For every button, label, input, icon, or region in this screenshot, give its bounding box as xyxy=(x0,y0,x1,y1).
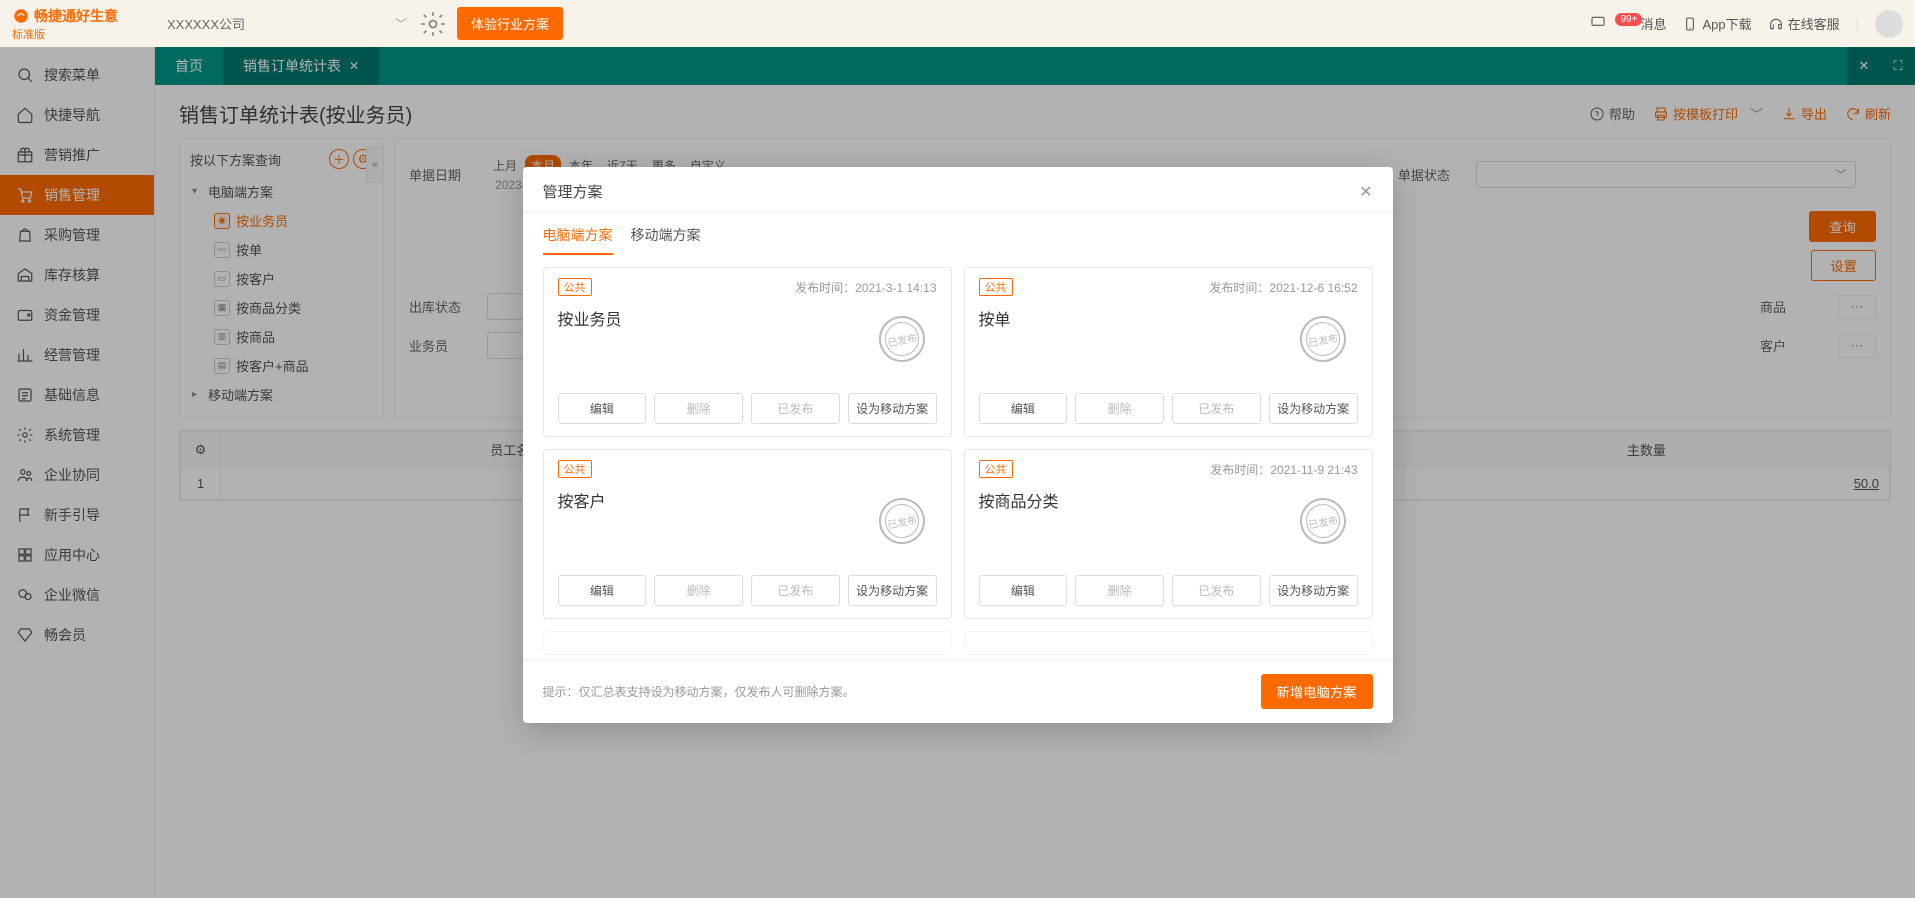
top-right: 99+ 消息 App下载 在线客服 | xyxy=(1590,10,1903,38)
modal-header: 管理方案 ✕ xyxy=(523,167,1393,213)
card-published-button: 已发布 xyxy=(1172,393,1261,424)
user-avatar[interactable] xyxy=(1875,10,1903,38)
public-tag: 公共 xyxy=(979,278,1013,296)
card-title: 按业务员 xyxy=(558,296,937,330)
modal-hint: 提示：仅汇总表支持设为移动方案，仅发布人可删除方案。 xyxy=(543,683,855,700)
brand-edition: 标准版 xyxy=(12,26,45,42)
messages-button[interactable]: 99+ 消息 xyxy=(1590,14,1667,33)
brand-icon xyxy=(12,7,30,25)
online-service-button[interactable]: 在线客服 xyxy=(1768,14,1840,33)
card-set-mobile-button[interactable]: 设为移动方案 xyxy=(1269,575,1358,606)
modal-tab-pc[interactable]: 电脑端方案 xyxy=(543,225,613,255)
company-name: XXXXXX公司 xyxy=(167,14,245,33)
modal-title: 管理方案 xyxy=(543,181,603,202)
card-edit-button[interactable]: 编辑 xyxy=(979,393,1068,424)
chat-icon xyxy=(1590,14,1606,30)
manage-scheme-modal: 管理方案 ✕ 电脑端方案 移动端方案 公共 发布时间：2021-3-1 14:1… xyxy=(523,167,1393,723)
headset-icon xyxy=(1768,16,1784,32)
card-time: 发布时间：2021-11-9 21:43 xyxy=(1210,461,1357,478)
card-time: 发布时间：2021-12-6 16:52 xyxy=(1209,279,1357,296)
card-published-button: 已发布 xyxy=(751,393,840,424)
messages-label: 消息 xyxy=(1640,14,1666,33)
public-tag: 公共 xyxy=(558,460,592,478)
scheme-card: 公共 按客户 已发布 编辑 删除 已发布 设为移动方案 xyxy=(543,449,952,619)
card-title: 按商品分类 xyxy=(979,478,1358,512)
card-time: 发布时间：2021-3-1 14:13 xyxy=(795,279,936,296)
chevron-down-icon: ﹀ xyxy=(395,15,407,32)
card-delete-button: 删除 xyxy=(1075,393,1164,424)
new-pc-scheme-button[interactable]: 新增电脑方案 xyxy=(1261,674,1373,709)
card-title: 按单 xyxy=(979,296,1358,330)
card-edit-button[interactable]: 编辑 xyxy=(979,575,1068,606)
card-edit-button[interactable]: 编辑 xyxy=(558,393,647,424)
app-download-label: App下载 xyxy=(1702,14,1751,33)
scheme-card-partial xyxy=(543,631,952,655)
card-delete-button: 删除 xyxy=(1075,575,1164,606)
company-selector[interactable]: XXXXXX公司 ﹀ xyxy=(155,14,419,33)
card-published-button: 已发布 xyxy=(751,575,840,606)
public-tag: 公共 xyxy=(558,278,592,296)
brand-logo: 畅捷通好生意 xyxy=(12,6,118,26)
card-edit-button[interactable]: 编辑 xyxy=(558,575,647,606)
card-set-mobile-button[interactable]: 设为移动方案 xyxy=(848,393,937,424)
card-title: 按客户 xyxy=(558,478,937,512)
scheme-cards: 公共 发布时间：2021-3-1 14:13 按业务员 已发布 编辑 删除 已发… xyxy=(523,255,1393,659)
card-set-mobile-button[interactable]: 设为移动方案 xyxy=(848,575,937,606)
trial-industry-button[interactable]: 体验行业方案 xyxy=(457,7,563,40)
scheme-card: 公共 发布时间：2021-3-1 14:13 按业务员 已发布 编辑 删除 已发… xyxy=(543,267,952,437)
card-published-button: 已发布 xyxy=(1172,575,1261,606)
brand-name: 畅捷通好生意 xyxy=(34,6,118,26)
messages-badge: 99+ xyxy=(1615,13,1642,26)
phone-icon xyxy=(1682,16,1698,32)
card-delete-button: 删除 xyxy=(654,393,743,424)
divider: | xyxy=(1856,16,1859,31)
top-header: 畅捷通好生意 标准版 XXXXXX公司 ﹀ 体验行业方案 99+ 消息 App下… xyxy=(0,0,1915,47)
modal-tab-mobile[interactable]: 移动端方案 xyxy=(631,225,701,255)
scheme-card-partial xyxy=(964,631,1373,655)
app-download-button[interactable]: App下载 xyxy=(1682,14,1751,33)
online-service-label: 在线客服 xyxy=(1788,14,1840,33)
scheme-card: 公共 发布时间：2021-12-6 16:52 按单 已发布 编辑 删除 已发布… xyxy=(964,267,1373,437)
modal-overlay: 管理方案 ✕ 电脑端方案 移动端方案 公共 发布时间：2021-3-1 14:1… xyxy=(0,47,1915,898)
brand: 畅捷通好生意 标准版 xyxy=(0,6,155,42)
modal-tabs: 电脑端方案 移动端方案 xyxy=(523,213,1393,255)
modal-footer: 提示：仅汇总表支持设为移动方案，仅发布人可删除方案。 新增电脑方案 xyxy=(523,659,1393,723)
gear-icon xyxy=(419,10,447,38)
card-set-mobile-button[interactable]: 设为移动方案 xyxy=(1269,393,1358,424)
card-delete-button: 删除 xyxy=(654,575,743,606)
settings-button[interactable] xyxy=(419,10,447,38)
scheme-card: 公共 发布时间：2021-11-9 21:43 按商品分类 已发布 编辑 删除 … xyxy=(964,449,1373,619)
modal-close-button[interactable]: ✕ xyxy=(1359,182,1372,202)
public-tag: 公共 xyxy=(979,460,1013,478)
